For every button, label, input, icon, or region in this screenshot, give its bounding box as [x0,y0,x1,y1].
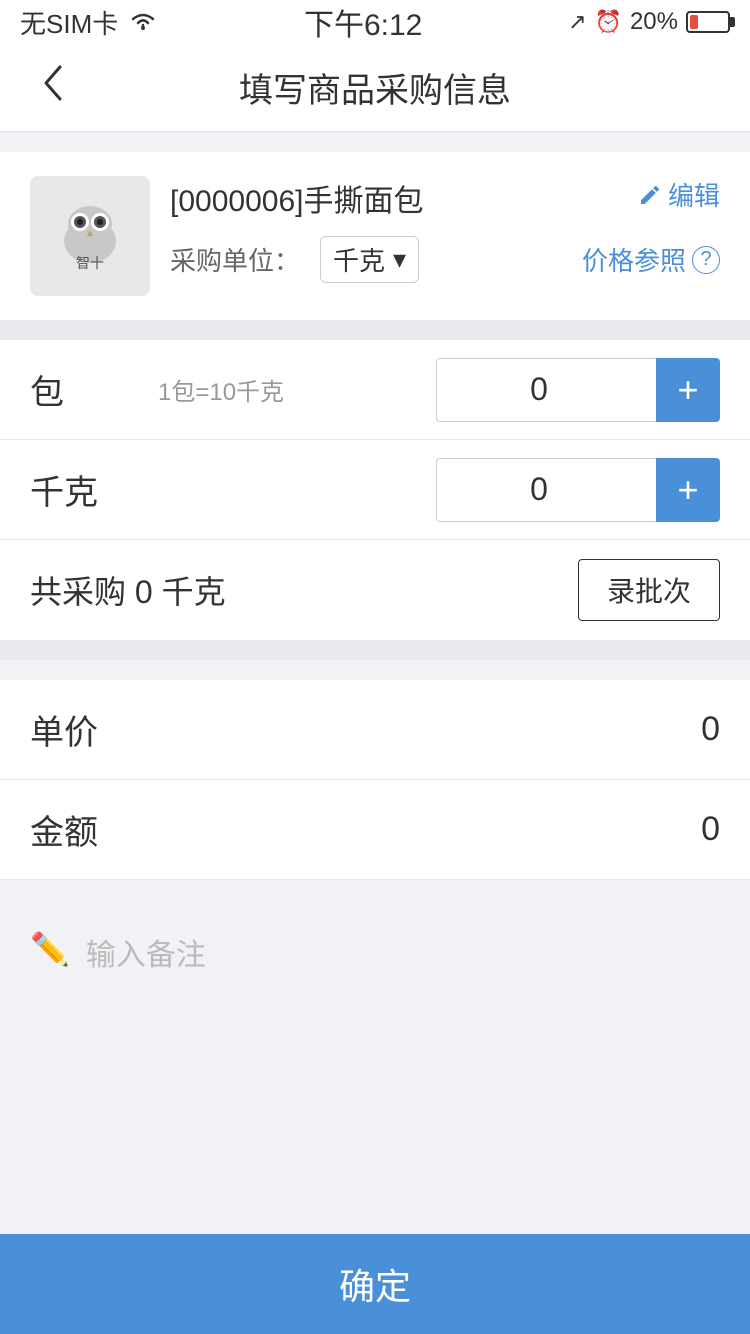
kg-input-row: 千克 + [0,440,750,540]
pencil-icon: ✏️ [30,930,70,968]
status-left: 无SIM卡 [20,4,158,41]
product-info: [0000006]手撕面包 编辑 采购单位： 千克 ▾ 价格参照 ? [170,176,720,283]
back-button[interactable] [30,53,74,123]
kg-plus-button[interactable]: + [656,458,720,522]
amount-row: 金额 0 [0,780,750,880]
status-bar: 无SIM卡 下午6:12 ↗ ⏰ 20% [0,0,750,44]
alarm-icon: ⏰ [595,9,622,35]
unit-price-row: 单价 0 [0,680,750,780]
note-section[interactable]: ✏️ 输入备注 [0,900,750,1004]
product-header: [0000006]手撕面包 编辑 [170,176,720,220]
kg-quantity-input[interactable] [436,458,656,522]
bag-quantity-input[interactable] [436,358,656,422]
price-reference-button[interactable]: 价格参照 ? [582,241,720,278]
page-title: 填写商品采购信息 [239,63,511,112]
unit-price-label: 单价 [30,705,98,754]
svg-text:智十: 智十 [76,255,104,271]
batch-button[interactable]: 录批次 [578,559,720,621]
total-label: 共采购 0 千克 [30,567,226,613]
carrier-text: 无SIM卡 [20,4,118,41]
divider-1 [0,320,750,340]
kg-label: 千克 [30,465,150,514]
divider-2 [0,640,750,660]
status-time: 下午6:12 [304,0,422,44]
status-right: ↗ ⏰ 20% [568,8,730,36]
bag-plus-button[interactable]: + [656,358,720,422]
dropdown-icon: ▾ [393,244,406,275]
amount-value: 0 [701,810,720,849]
note-placeholder: 输入备注 [86,930,206,974]
purchase-unit-label: 采购单位： [170,241,300,278]
amount-label: 金额 [30,805,98,854]
product-image: 智十 [30,176,150,296]
total-row: 共采购 0 千克 录批次 [0,540,750,640]
bag-label: 包 [30,365,150,414]
bag-sub: 1包=10千克 [158,372,284,407]
unit-select[interactable]: 千克 ▾ [320,236,419,283]
product-card: 智十 [0000006]手撕面包 编辑 采购单位： 千克 ▾ 价格参照 ? [0,152,750,320]
kg-input-right: + [436,458,720,522]
confirm-button[interactable]: 确定 [0,1234,750,1334]
wifi-icon [128,7,158,38]
unit-value: 千克 [333,241,385,278]
battery-percent: 20% [630,8,678,36]
product-logo: 智十 [50,196,130,276]
unit-row: 采购单位： 千克 ▾ 价格参照 ? [170,236,720,283]
edit-button[interactable]: 编辑 [638,176,720,213]
battery-icon [686,11,730,33]
bag-input-right: + [436,358,720,422]
help-icon: ? [692,246,720,274]
price-section: 单价 0 金额 0 [0,680,750,880]
unit-price-value: 0 [701,710,720,749]
nav-bar: 填写商品采购信息 [0,44,750,132]
input-section: 包 1包=10千克 + 千克 + [0,340,750,540]
spacer [0,1004,750,1204]
location-icon: ↗ [568,9,586,35]
product-name: [0000006]手撕面包 [170,176,423,220]
bag-input-row: 包 1包=10千克 + [0,340,750,440]
